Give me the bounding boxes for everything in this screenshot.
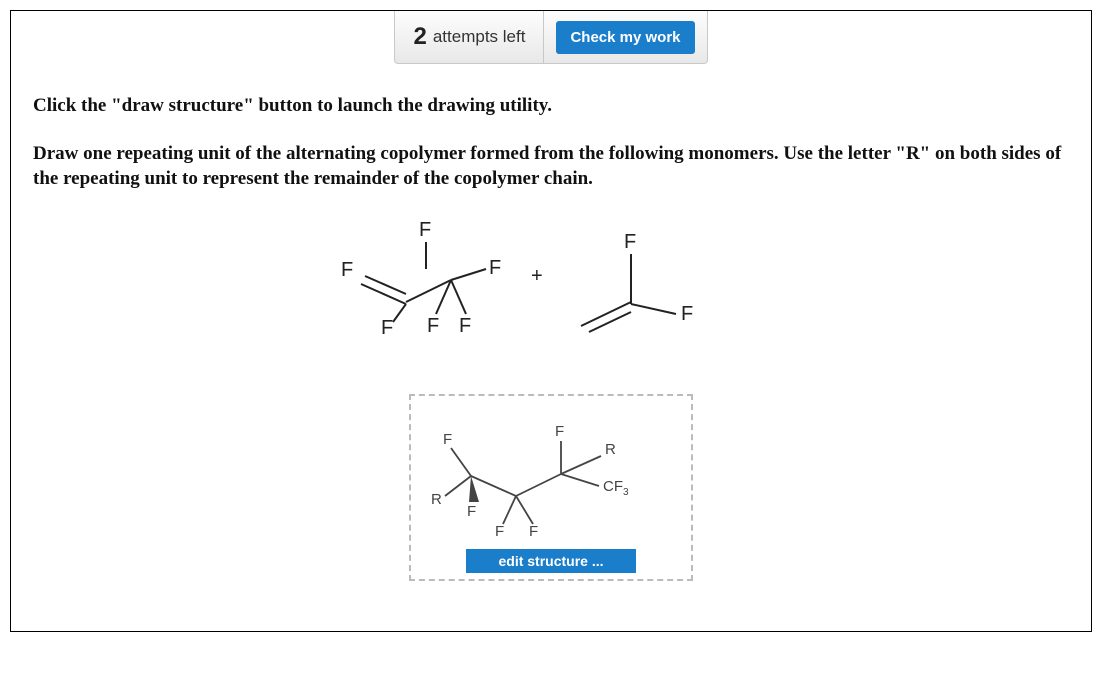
label-F: F [681,303,693,325]
attempts-number: 2 [413,23,426,51]
label-F: F [427,315,439,337]
monomer-1: F F F F F F [341,219,501,339]
label-F: F [341,259,353,281]
monomer-2: F F [581,231,693,332]
top-bar-inner: 2 attempts left Check my work [394,11,707,64]
label-F: F [459,315,471,337]
label-CF3: CF3 [603,478,629,498]
plus-sign: + [531,265,543,287]
label-F: F [467,503,476,520]
label-F: F [555,423,564,440]
label-F: F [624,231,636,253]
question-container: 2 attempts left Check my work Click the … [10,10,1092,632]
label-R: R [605,441,616,458]
content-area: Click the "draw structure" button to lau… [11,63,1091,631]
label-F: F [529,523,538,536]
check-my-work-button[interactable]: Check my work [556,21,694,54]
attempts-text: attempts left [433,27,526,47]
label-R: R [431,491,442,508]
top-bar: 2 attempts left Check my work [11,11,1091,63]
monomers-svg: F F F F F F + [331,214,771,364]
answer-area: R F F F F [33,394,1069,581]
label-F: F [495,523,504,536]
draw-structure-box[interactable]: R F F F F [409,394,693,581]
label-F: F [381,317,393,339]
instruction-line-2: Draw one repeating unit of the alternati… [33,141,1069,192]
instructions: Click the "draw structure" button to lau… [33,93,1069,192]
answer-svg: R F F F F [421,406,661,536]
label-F: F [419,219,431,241]
instruction-line-1: Click the "draw structure" button to lau… [33,93,1069,119]
edit-structure-button[interactable]: edit structure ... [466,549,636,573]
label-F: F [489,257,501,279]
attempts-indicator: 2 attempts left [395,11,544,63]
monomers-figure: F F F F F F + [33,214,1069,364]
label-F: F [443,431,452,448]
